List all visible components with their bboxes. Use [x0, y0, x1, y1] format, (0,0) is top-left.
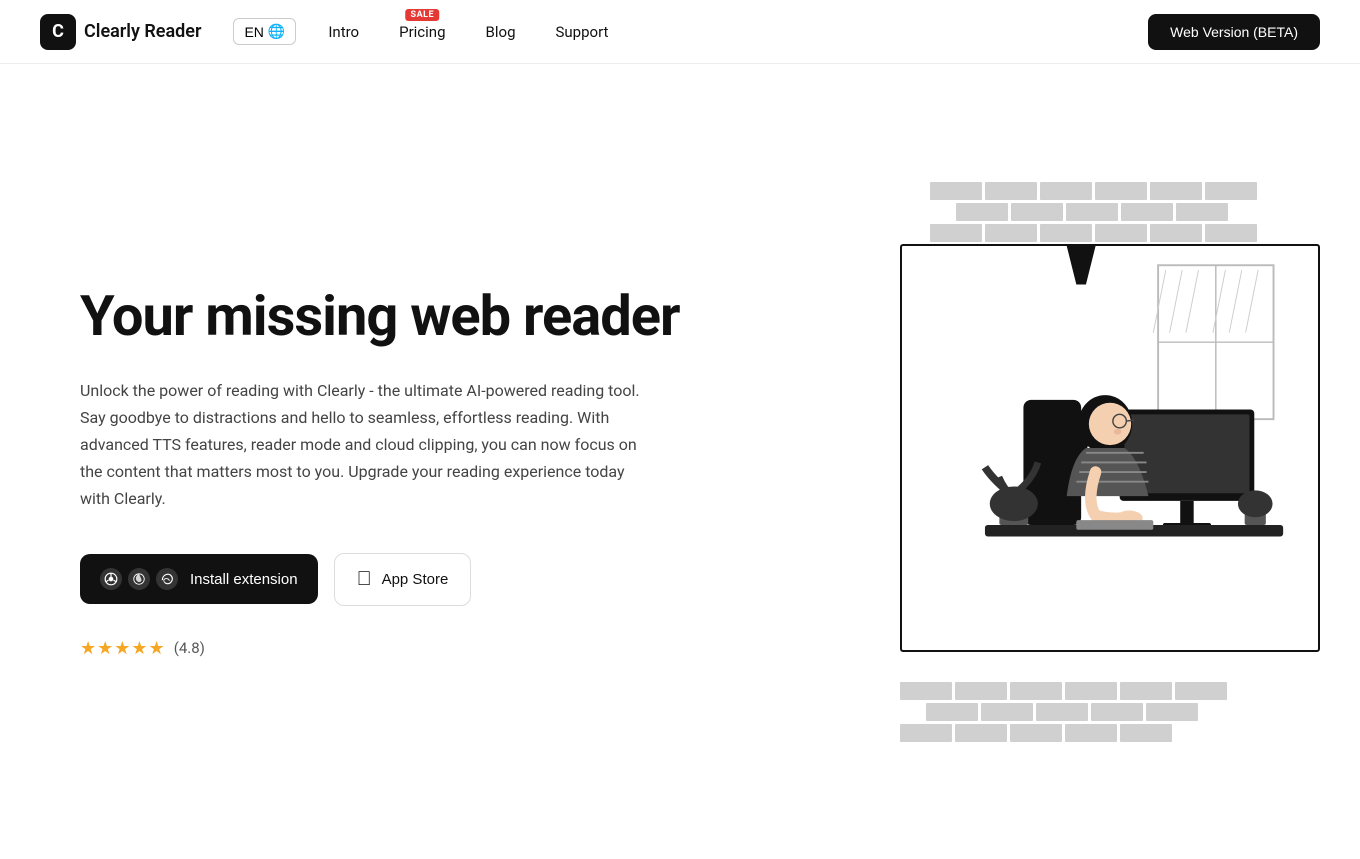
- nav-links: Intro SALE Pricing Blog Support: [328, 23, 1148, 41]
- logo-name: Clearly Reader: [84, 21, 201, 42]
- nav-support[interactable]: Support: [556, 23, 609, 41]
- logo[interactable]: C Clearly Reader: [40, 14, 201, 50]
- firefox-icon: [128, 568, 150, 590]
- nav-blog[interactable]: Blog: [486, 23, 516, 41]
- edge-icon: [156, 568, 178, 590]
- hero-title: Your missing web reader: [80, 284, 680, 348]
- logo-icon: C: [40, 14, 76, 50]
- hero-content: Your missing web reader Unlock the power…: [80, 284, 680, 658]
- rating: ★★★★★ (4.8): [80, 638, 680, 659]
- rating-stars: ★★★★★: [80, 638, 166, 659]
- apple-icon: : [357, 568, 372, 591]
- navbar: C Clearly Reader EN 🌐 Intro SALE Pricing…: [0, 0, 1360, 64]
- rating-value: (4.8): [174, 639, 205, 657]
- extension-icons: [100, 568, 178, 590]
- chrome-icon: [100, 568, 122, 590]
- hero-description: Unlock the power of reading with Clearly…: [80, 377, 640, 513]
- web-version-button[interactable]: Web Version (BETA): [1148, 14, 1320, 50]
- install-extension-button[interactable]: Install extension: [80, 554, 318, 604]
- sale-badge: SALE: [406, 9, 440, 21]
- app-store-button[interactable]:  App Store: [334, 553, 472, 606]
- nav-pricing[interactable]: SALE Pricing: [399, 23, 445, 41]
- hero-section: Your missing web reader Unlock the power…: [0, 64, 1360, 859]
- hero-buttons: Install extension  App Store: [80, 553, 680, 606]
- hero-illustration: [900, 182, 1320, 742]
- nav-intro[interactable]: Intro: [328, 23, 359, 41]
- language-selector[interactable]: EN 🌐: [233, 18, 296, 45]
- globe-icon: 🌐: [268, 23, 285, 40]
